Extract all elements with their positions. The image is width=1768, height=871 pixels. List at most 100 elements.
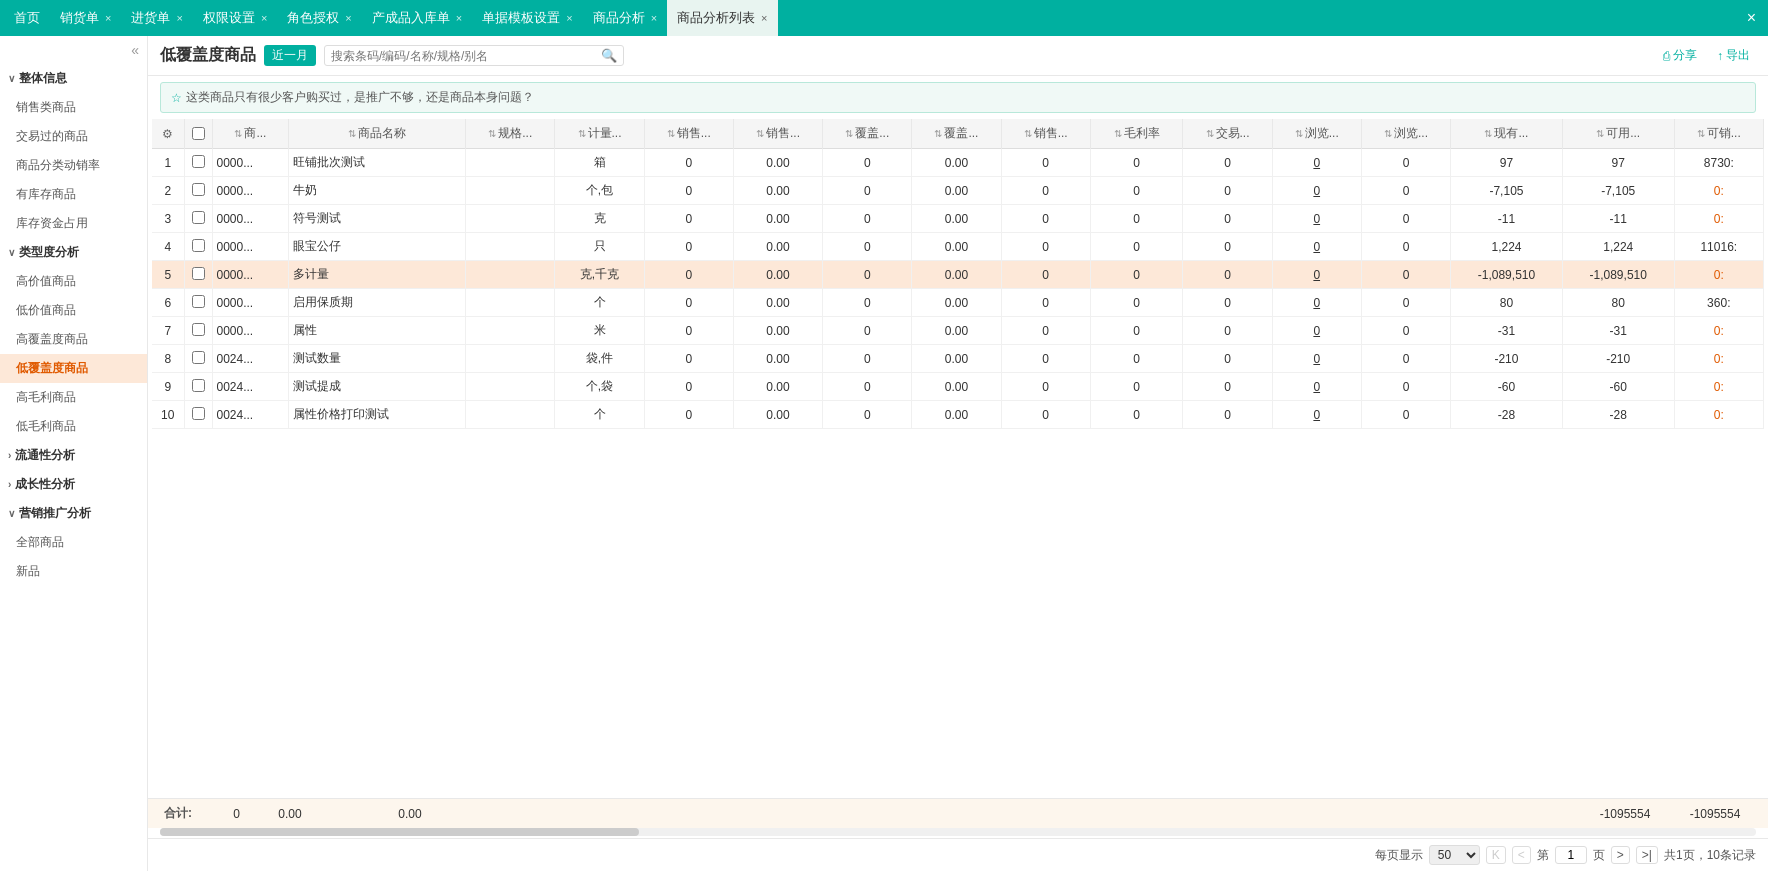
- sidebar-item-low-value[interactable]: 低价值商品: [0, 296, 147, 325]
- close-icon[interactable]: ×: [345, 12, 351, 24]
- browse-link[interactable]: 0: [1313, 296, 1320, 310]
- first-page-button[interactable]: K: [1486, 846, 1506, 864]
- close-icon[interactable]: ×: [651, 12, 657, 24]
- nav-tab-sales[interactable]: 销货单 ×: [50, 0, 121, 36]
- browse-link[interactable]: 0: [1313, 212, 1320, 226]
- row-select-checkbox[interactable]: [192, 351, 205, 364]
- row-browse1[interactable]: 0: [1272, 317, 1361, 345]
- row-browse1[interactable]: 0: [1272, 233, 1361, 261]
- close-icon[interactable]: ×: [456, 12, 462, 24]
- row-browse1[interactable]: 0: [1272, 149, 1361, 177]
- checkbox-column-header[interactable]: [184, 119, 212, 149]
- sidebar-item-in-stock-goods[interactable]: 有库存商品: [0, 180, 147, 209]
- share-button[interactable]: ⎙ 分享: [1657, 44, 1703, 67]
- sidebar-item-high-value[interactable]: 高价值商品: [0, 267, 147, 296]
- browse-link[interactable]: 0: [1313, 408, 1320, 422]
- last-page-button[interactable]: >|: [1636, 846, 1658, 864]
- nav-tab-roles[interactable]: 角色授权 ×: [277, 0, 361, 36]
- nav-tab-permissions[interactable]: 权限设置 ×: [193, 0, 277, 36]
- row-name: 牛奶: [289, 177, 466, 205]
- search-icon[interactable]: 🔍: [601, 48, 617, 63]
- nav-tab-finished-goods[interactable]: 产成品入库单 ×: [362, 0, 472, 36]
- page-size-select[interactable]: 50 10 20 100: [1429, 845, 1480, 865]
- browse-link[interactable]: 0: [1313, 240, 1320, 254]
- row-checkbox[interactable]: [184, 373, 212, 401]
- row-select-checkbox[interactable]: [192, 379, 205, 392]
- close-icon[interactable]: ×: [761, 12, 767, 24]
- prev-page-button[interactable]: <: [1512, 846, 1531, 864]
- row-checkbox[interactable]: [184, 177, 212, 205]
- close-icon[interactable]: ×: [261, 12, 267, 24]
- chevron-right-icon: ›: [8, 450, 11, 461]
- sidebar-item-high-gross-margin[interactable]: 高毛利商品: [0, 383, 147, 412]
- row-browse1[interactable]: 0: [1272, 289, 1361, 317]
- browse-link[interactable]: 0: [1313, 352, 1320, 366]
- row-select-checkbox[interactable]: [192, 267, 205, 280]
- sidebar-item-capital-occupation[interactable]: 库存资金占用: [0, 209, 147, 238]
- window-close-button[interactable]: ×: [1739, 9, 1764, 27]
- browse-link[interactable]: 0: [1313, 380, 1320, 394]
- table-wrapper[interactable]: ⚙ ⇅商... ⇅商品名称 ⇅规格... ⇅计量... ⇅销售... ⇅销售..…: [152, 119, 1764, 798]
- browse-link[interactable]: 0: [1313, 156, 1320, 170]
- settings-icon[interactable]: ⚙: [162, 127, 173, 141]
- search-input[interactable]: [331, 49, 601, 63]
- sidebar-item-sales-goods[interactable]: 销售类商品: [0, 93, 147, 122]
- close-icon[interactable]: ×: [176, 12, 182, 24]
- row-checkbox[interactable]: [184, 261, 212, 289]
- close-icon[interactable]: ×: [105, 12, 111, 24]
- row-browse1[interactable]: 0: [1272, 401, 1361, 429]
- row-select-checkbox[interactable]: [192, 239, 205, 252]
- browse-link[interactable]: 0: [1313, 268, 1320, 282]
- row-browse1[interactable]: 0: [1272, 205, 1361, 233]
- nav-tab-template[interactable]: 单据模板设置 ×: [472, 0, 582, 36]
- time-filter-button[interactable]: 近一月: [264, 45, 316, 66]
- sidebar-group-liquidity[interactable]: › 流通性分析: [0, 441, 147, 470]
- next-page-button[interactable]: >: [1611, 846, 1630, 864]
- row-browse1[interactable]: 0: [1272, 177, 1361, 205]
- sidebar-group-type-analysis[interactable]: ∨ 类型度分析: [0, 238, 147, 267]
- row-checkbox[interactable]: [184, 233, 212, 261]
- row-select-checkbox[interactable]: [192, 323, 205, 336]
- nav-tab-home[interactable]: 首页: [4, 0, 50, 36]
- row-select-checkbox[interactable]: [192, 295, 205, 308]
- row-select-checkbox[interactable]: [192, 155, 205, 168]
- row-checkbox[interactable]: [184, 289, 212, 317]
- horizontal-scrollbar[interactable]: [160, 828, 1756, 836]
- row-browse1[interactable]: 0: [1272, 261, 1361, 289]
- row-select-checkbox[interactable]: [192, 183, 205, 196]
- row-select-checkbox[interactable]: [192, 211, 205, 224]
- row-checkbox[interactable]: [184, 317, 212, 345]
- settings-column-header[interactable]: ⚙: [152, 119, 184, 149]
- row-browse2: 0: [1361, 345, 1450, 373]
- sidebar-item-low-coverage[interactable]: 低覆盖度商品: [0, 354, 147, 383]
- sidebar-collapse-button[interactable]: «: [0, 36, 147, 64]
- row-checkbox[interactable]: [184, 149, 212, 177]
- sidebar-item-high-coverage[interactable]: 高覆盖度商品: [0, 325, 147, 354]
- sidebar-item-low-gross-margin[interactable]: 低毛利商品: [0, 412, 147, 441]
- sidebar-group-marketing[interactable]: ∨ 营销推广分析: [0, 499, 147, 528]
- nav-tab-goods-analysis-list[interactable]: 商品分析列表 ×: [667, 0, 777, 36]
- scrollbar-thumb[interactable]: [160, 828, 639, 836]
- row-checkbox[interactable]: [184, 205, 212, 233]
- row-browse1[interactable]: 0: [1272, 373, 1361, 401]
- row-browse1[interactable]: 0: [1272, 345, 1361, 373]
- sidebar-item-all-goods[interactable]: 全部商品: [0, 528, 147, 557]
- nav-tab-purchase[interactable]: 进货单 ×: [121, 0, 192, 36]
- row-select-checkbox[interactable]: [192, 407, 205, 420]
- row-checkbox[interactable]: [184, 401, 212, 429]
- export-button[interactable]: ↑ 导出: [1711, 44, 1756, 67]
- browse-link[interactable]: 0: [1313, 184, 1320, 198]
- sidebar-item-traded-goods[interactable]: 交易过的商品: [0, 122, 147, 151]
- sidebar-group-overview[interactable]: ∨ 整体信息: [0, 64, 147, 93]
- close-icon[interactable]: ×: [566, 12, 572, 24]
- browse-link[interactable]: 0: [1313, 324, 1320, 338]
- sidebar-group-growth[interactable]: › 成长性分析: [0, 470, 147, 499]
- sidebar-item-category-rate[interactable]: 商品分类动销率: [0, 151, 147, 180]
- row-sales-qty: 0: [644, 149, 733, 177]
- sidebar-item-new-goods[interactable]: 新品: [0, 557, 147, 586]
- page-number-input[interactable]: [1555, 846, 1587, 864]
- row-checkbox[interactable]: [184, 345, 212, 373]
- select-all-checkbox[interactable]: [192, 127, 205, 140]
- nav-tab-goods-analysis[interactable]: 商品分析 ×: [583, 0, 667, 36]
- row-trade: 0: [1183, 149, 1272, 177]
